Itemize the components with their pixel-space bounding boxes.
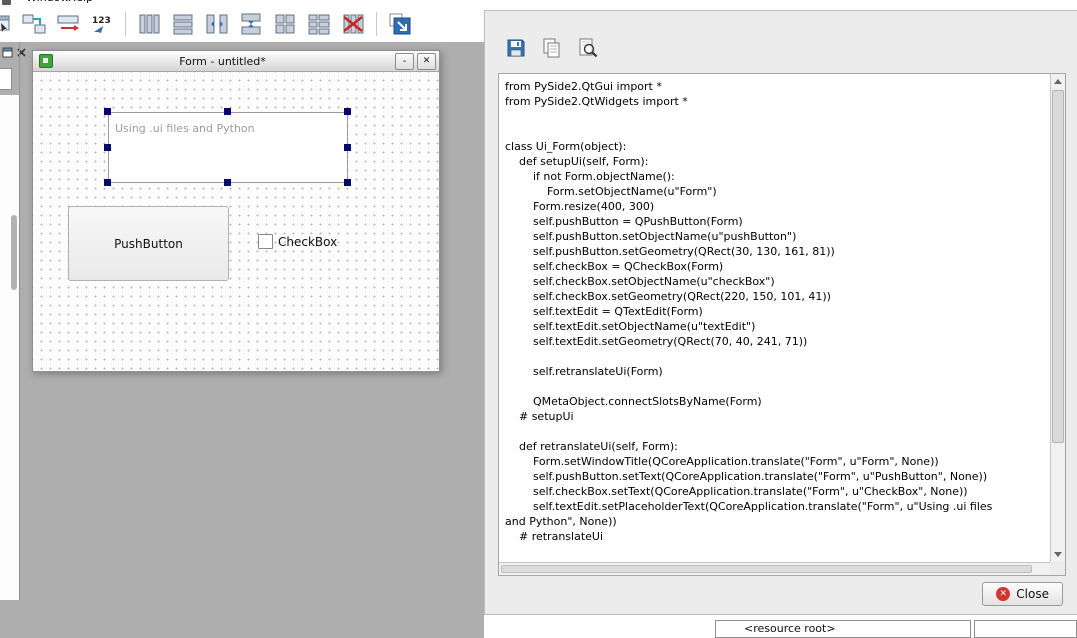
code-text[interactable]: from PySide2.QtGui import *from PySide2.…	[499, 74, 1050, 562]
selection-handle-s[interactable]	[224, 179, 231, 186]
form-window-icon	[39, 54, 53, 68]
layout-grid-icon[interactable]	[271, 10, 299, 38]
code-line	[505, 424, 1050, 439]
code-line: self.textEdit = QTextEdit(Form)	[505, 304, 1050, 319]
code-line: self.textEdit.setObjectName(u"textEdit")	[505, 319, 1050, 334]
resource-side-panel	[974, 620, 1077, 638]
horizontal-scrollbar[interactable]	[499, 562, 1050, 575]
svg-text:123: 123	[92, 16, 111, 26]
code-line: self.pushButton = QPushButton(Form)	[505, 214, 1050, 229]
close-button[interactable]: ✕ Close	[982, 582, 1063, 606]
code-line	[505, 124, 1050, 139]
bottom-dock-area: <resource root>	[484, 615, 1077, 638]
close-x-icon: ✕	[996, 587, 1010, 601]
vertical-scrollbar-thumb[interactable]	[1052, 90, 1064, 443]
layout-horizontal-icon[interactable]	[135, 10, 163, 38]
layout-vertical-icon[interactable]	[169, 10, 197, 38]
find-icon[interactable]	[575, 35, 601, 61]
code-line	[505, 109, 1050, 124]
code-line: # setupUi	[505, 409, 1050, 424]
code-line: self.checkBox.setGeometry(QRect(220, 150…	[505, 289, 1050, 304]
code-line: from PySide2.QtWidgets import *	[505, 94, 1050, 109]
code-text-area[interactable]: from PySide2.QtGui import *from PySide2.…	[498, 73, 1066, 576]
code-line	[505, 349, 1050, 364]
textedit-placeholder: Using .ui files and Python	[115, 122, 255, 135]
widgetbox-panel	[0, 95, 20, 600]
code-viewer-toolbar	[503, 35, 601, 61]
selection-handle-n[interactable]	[224, 108, 231, 115]
layout-horizontal-splitter-icon[interactable]	[203, 10, 231, 38]
horizontal-scrollbar-thumb[interactable]	[501, 565, 1032, 573]
form-canvas[interactable]: Using .ui files and Python PushButton Ch…	[33, 72, 439, 371]
code-line	[505, 379, 1050, 394]
code-viewer-dialog: from PySide2.QtGui import *from PySide2.…	[484, 10, 1077, 615]
adjust-size-icon[interactable]	[386, 10, 414, 38]
dock-divider	[19, 42, 20, 95]
checkbox-box-icon[interactable]	[258, 234, 273, 249]
edit-buddies-icon[interactable]	[54, 10, 82, 38]
form-close-button[interactable]: ✕	[417, 53, 436, 70]
code-line: self.pushButton.setGeometry(QRect(30, 13…	[505, 244, 1050, 259]
code-line: Form.setWindowTitle(QCoreApplication.tra…	[505, 454, 1050, 469]
menu-window[interactable]: Window	[26, 0, 69, 4]
code-line: if not Form.objectName():	[505, 169, 1050, 184]
form-editor-window: Form - untitled* - ✕ Using .ui files and…	[32, 50, 440, 372]
code-line: self.pushButton.setObjectName(u"pushButt…	[505, 229, 1050, 244]
edit-signals-slots-icon[interactable]	[20, 10, 48, 38]
widgetbox-filter-input[interactable]	[0, 68, 12, 90]
code-line: self.checkBox.setObjectName(u"checkBox")	[505, 274, 1050, 289]
code-line: self.pushButton.setText(QCoreApplication…	[505, 469, 1050, 484]
code-line: Form.setObjectName(u"Form")	[505, 184, 1050, 199]
layout-form-icon[interactable]	[305, 10, 333, 38]
main-toolbar: 123	[0, 6, 484, 42]
menu-help[interactable]: Help	[68, 0, 93, 4]
edit-widgets-icon[interactable]	[0, 10, 14, 38]
widgetbox-scrollbar-thumb[interactable]	[11, 215, 17, 290]
selection-handle-ne[interactable]	[344, 108, 351, 115]
mdi-area: Form - untitled* - ✕ Using .ui files and…	[0, 42, 484, 638]
scroll-up-icon[interactable]	[1051, 74, 1065, 89]
toolbar-separator	[125, 12, 126, 36]
scrollbar-corner	[1050, 562, 1065, 575]
selection-handle-sw[interactable]	[104, 179, 111, 186]
selection-handle-nw[interactable]	[104, 108, 111, 115]
edit-tab-order-icon[interactable]: 123	[88, 10, 116, 38]
save-icon[interactable]	[503, 35, 529, 61]
code-line: from PySide2.QtGui import *	[505, 79, 1050, 94]
checkbox-widget[interactable]: CheckBox	[258, 234, 337, 249]
code-line: self.checkBox.setText(QCoreApplication.t…	[505, 484, 1050, 499]
code-line: self.textEdit.setGeometry(QRect(70, 40, …	[505, 334, 1050, 349]
dock-float-icon[interactable]	[1, 46, 14, 59]
code-line: # retranslateUi	[505, 529, 1050, 544]
break-layout-icon[interactable]	[339, 10, 367, 38]
toolbar-separator	[376, 12, 377, 36]
checkbox-label: CheckBox	[278, 235, 337, 249]
selection-handle-w[interactable]	[104, 144, 111, 151]
pushbutton-widget[interactable]: PushButton	[68, 206, 229, 281]
code-line: class Ui_Form(object):	[505, 139, 1050, 154]
form-window-title: Form - untitled*	[53, 55, 392, 68]
code-line: and Python", None))	[505, 514, 1050, 529]
menu-icon	[2, 0, 11, 5]
code-line: self.textEdit.setPlaceholderText(QCoreAp…	[505, 499, 1050, 514]
code-line: def setupUi(self, Form):	[505, 154, 1050, 169]
code-line: self.checkBox = QCheckBox(Form)	[505, 259, 1050, 274]
form-titlebar[interactable]: Form - untitled* - ✕	[33, 51, 439, 72]
dock-close-icon[interactable]	[15, 46, 28, 59]
form-minimize-button[interactable]: -	[395, 53, 414, 70]
resource-root-item[interactable]: <resource root>	[715, 620, 971, 638]
code-line: Form.resize(400, 300)	[505, 199, 1050, 214]
textedit-widget[interactable]: Using .ui files and Python	[108, 112, 348, 183]
code-line: QMetaObject.connectSlotsByName(Form)	[505, 394, 1050, 409]
layout-vertical-splitter-icon[interactable]	[237, 10, 265, 38]
copy-icon[interactable]	[539, 35, 565, 61]
vertical-scrollbar[interactable]	[1050, 74, 1065, 562]
selection-handle-e[interactable]	[344, 144, 351, 151]
selection-handle-se[interactable]	[344, 179, 351, 186]
code-line: self.retranslateUi(Form)	[505, 364, 1050, 379]
close-button-label: Close	[1016, 587, 1049, 601]
code-line: def retranslateUi(self, Form):	[505, 439, 1050, 454]
qt-designer-window: Window Help 123	[0, 0, 1077, 638]
scroll-down-icon[interactable]	[1051, 547, 1065, 562]
